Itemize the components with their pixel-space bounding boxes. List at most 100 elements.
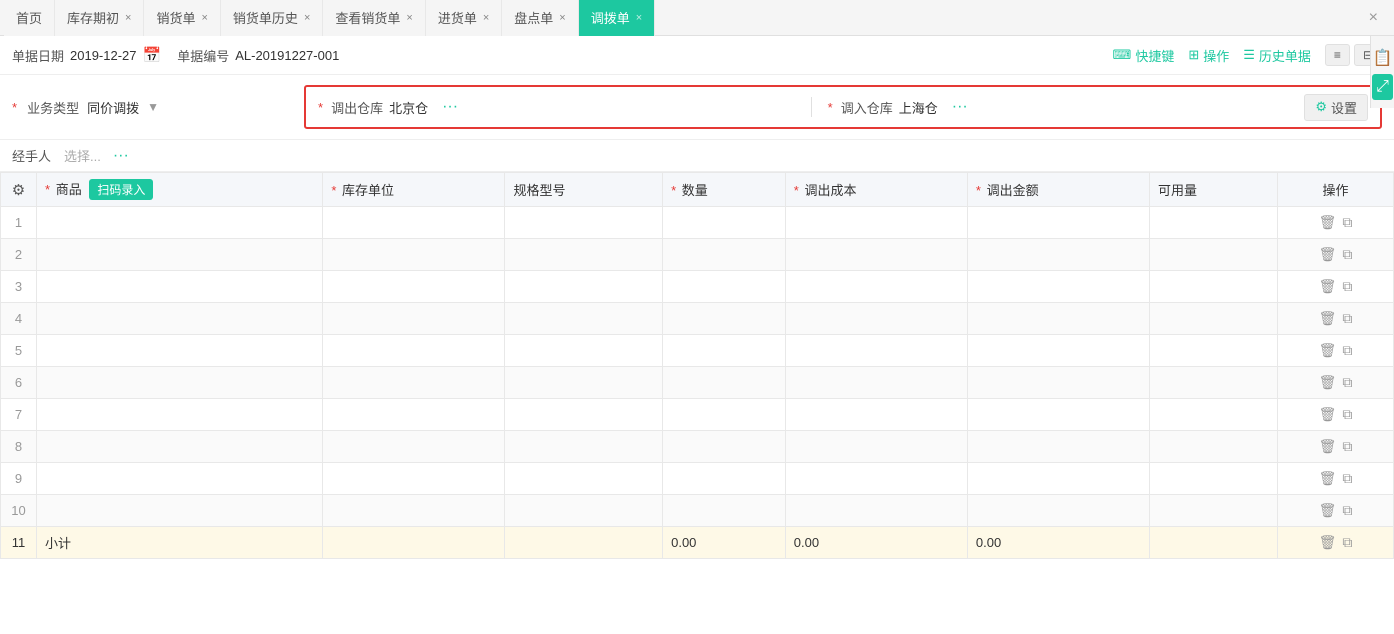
operation-btn[interactable]: ⊞ 操作 (1188, 46, 1229, 65)
spec-cell[interactable] (505, 431, 663, 463)
product-cell[interactable] (37, 495, 323, 527)
history-btn[interactable]: ☰ 历史单据 (1243, 46, 1311, 65)
business-type-select[interactable]: 同价调拨 ▼ (87, 98, 159, 117)
amount-cell[interactable] (967, 303, 1149, 335)
scan-button[interactable]: 扫码录入 (89, 179, 153, 200)
cost-cell[interactable] (785, 463, 967, 495)
delete-row-icon[interactable]: 🗑 (1319, 310, 1337, 327)
close-tab-transfer[interactable]: × (636, 12, 642, 24)
product-cell[interactable] (37, 239, 323, 271)
handler-select[interactable]: 选择... (64, 146, 101, 165)
qty-cell[interactable] (663, 335, 786, 367)
delete-row-icon[interactable]: 🗑 (1319, 342, 1337, 359)
spec-cell[interactable] (505, 335, 663, 367)
tab-sales-order[interactable]: 销货单 × (144, 0, 220, 36)
close-tab-purchase[interactable]: × (483, 12, 489, 24)
product-cell[interactable] (37, 399, 323, 431)
amount-cell[interactable] (967, 239, 1149, 271)
copy-row-icon[interactable]: ⧉ (1342, 278, 1352, 295)
qty-cell[interactable] (663, 239, 786, 271)
amount-cell[interactable] (967, 463, 1149, 495)
qty-cell[interactable] (663, 271, 786, 303)
cost-cell[interactable] (785, 335, 967, 367)
delete-row-icon[interactable]: 🗑 (1319, 502, 1337, 519)
unit-cell[interactable] (323, 303, 505, 335)
qty-cell[interactable] (663, 495, 786, 527)
cost-cell[interactable] (785, 399, 967, 431)
product-cell[interactable] (37, 367, 323, 399)
product-cell[interactable] (37, 463, 323, 495)
cost-cell[interactable] (785, 367, 967, 399)
unit-cell[interactable] (323, 335, 505, 367)
copy-row-icon[interactable]: ⧉ (1342, 502, 1352, 519)
spec-cell[interactable] (505, 239, 663, 271)
close-tab-inventory-init[interactable]: × (125, 12, 131, 24)
copy-row-icon[interactable]: ⧉ (1342, 214, 1352, 231)
amount-cell[interactable] (967, 207, 1149, 239)
copy-row-icon[interactable]: ⧉ (1342, 406, 1352, 423)
cost-cell[interactable] (785, 207, 967, 239)
unit-cell[interactable] (323, 495, 505, 527)
delete-row-icon[interactable]: 🗑 (1319, 438, 1337, 455)
col-gear-icon[interactable]: ⚙ (12, 182, 25, 199)
amount-cell[interactable] (967, 495, 1149, 527)
tab-inventory-init[interactable]: 库存期初 × (55, 0, 144, 36)
cost-cell[interactable] (785, 271, 967, 303)
amount-cell[interactable] (967, 271, 1149, 303)
close-tab-sales-history[interactable]: × (304, 12, 310, 24)
qty-cell[interactable] (663, 303, 786, 335)
qty-cell[interactable] (663, 367, 786, 399)
qty-cell[interactable] (663, 207, 786, 239)
delete-row-icon[interactable]: 🗑 (1319, 470, 1337, 487)
amount-cell[interactable] (967, 399, 1149, 431)
delete-row-icon[interactable]: 🗑 (1319, 406, 1337, 423)
copy-row-icon[interactable]: ⧉ (1342, 438, 1352, 455)
qty-cell[interactable] (663, 463, 786, 495)
spec-cell[interactable] (505, 207, 663, 239)
delete-icon[interactable]: 🗑 (1319, 534, 1337, 551)
spec-cell[interactable] (505, 463, 663, 495)
cost-cell[interactable] (785, 239, 967, 271)
unit-cell[interactable] (323, 239, 505, 271)
cost-cell[interactable] (785, 495, 967, 527)
out-warehouse-more-icon[interactable]: ··· (442, 98, 458, 116)
close-tab-sales-order[interactable]: × (201, 12, 207, 24)
tab-inventory-count[interactable]: 盘点单 × (502, 0, 578, 36)
product-cell[interactable] (37, 431, 323, 463)
right-expand-icon[interactable]: ⤢ (1372, 74, 1393, 100)
shortcut-btn[interactable]: ⌨ 快捷键 (1113, 46, 1175, 65)
product-cell[interactable] (37, 303, 323, 335)
tab-view-sales[interactable]: 查看销货单 × (323, 0, 425, 36)
copy-row-icon[interactable]: ⧉ (1342, 246, 1352, 263)
product-cell[interactable] (37, 271, 323, 303)
unit-cell[interactable] (323, 367, 505, 399)
spec-cell[interactable] (505, 303, 663, 335)
settings-button[interactable]: ⚙ 设置 (1304, 94, 1368, 121)
right-notes-icon[interactable]: 📋 (1369, 44, 1394, 72)
unit-cell[interactable] (323, 271, 505, 303)
close-tab-view-sales[interactable]: × (406, 12, 412, 24)
spec-cell[interactable] (505, 367, 663, 399)
copy-row-icon[interactable]: ⧉ (1342, 470, 1352, 487)
spec-cell[interactable] (505, 399, 663, 431)
qty-cell[interactable] (663, 431, 786, 463)
layout-btn-1[interactable]: ≡ (1325, 44, 1350, 66)
amount-cell[interactable] (967, 367, 1149, 399)
copy-icon[interactable]: ⧉ (1342, 534, 1352, 551)
product-cell[interactable] (37, 335, 323, 367)
unit-cell[interactable] (323, 399, 505, 431)
delete-row-icon[interactable]: 🗑 (1319, 374, 1337, 391)
cost-cell[interactable] (785, 303, 967, 335)
handler-more-icon[interactable]: ··· (113, 147, 129, 165)
spec-cell[interactable] (505, 495, 663, 527)
delete-row-icon[interactable]: 🗑 (1319, 246, 1337, 263)
spec-cell[interactable] (505, 271, 663, 303)
amount-cell[interactable] (967, 431, 1149, 463)
product-cell[interactable] (37, 207, 323, 239)
tab-transfer[interactable]: 调拨单 × (579, 0, 655, 36)
amount-cell[interactable] (967, 335, 1149, 367)
copy-row-icon[interactable]: ⧉ (1342, 374, 1352, 391)
tab-home[interactable]: 首页 (4, 0, 55, 36)
tab-purchase[interactable]: 进货单 × (426, 0, 502, 36)
in-warehouse-more-icon[interactable]: ··· (952, 98, 968, 116)
